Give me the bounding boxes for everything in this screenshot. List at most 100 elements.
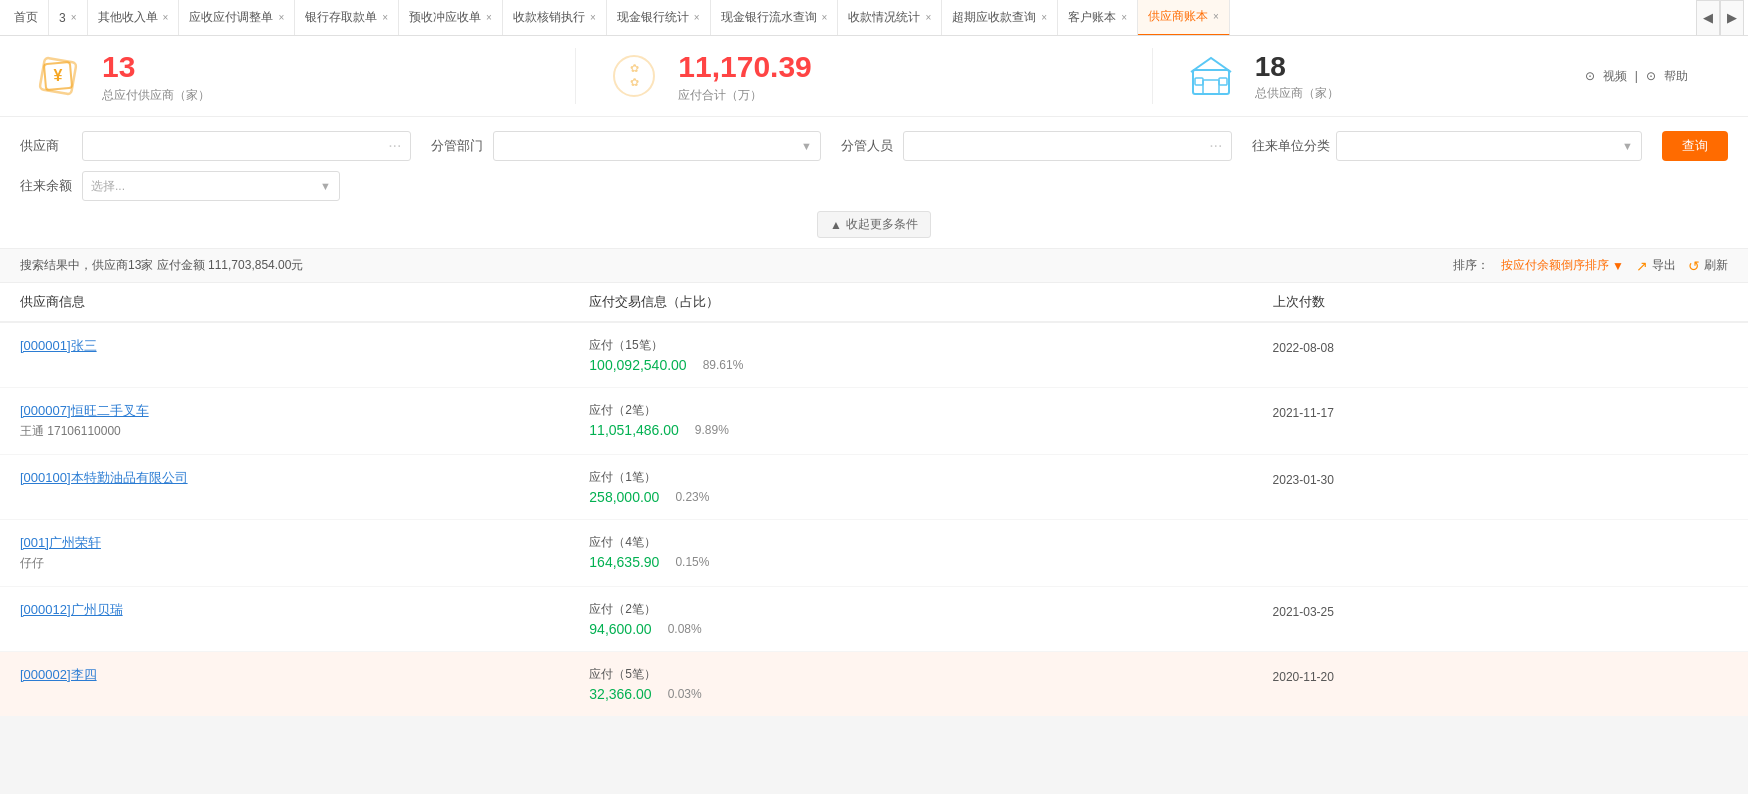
nav-tab-cash-bank-flow[interactable]: 现金银行流水查询× — [711, 0, 839, 36]
refresh-label: 刷新 — [1704, 257, 1728, 274]
filter-person: 分管人员 ··· — [841, 131, 1232, 161]
row-supplier-col: [000012]广州贝瑞 — [20, 601, 589, 619]
nav-tab-tab3[interactable]: 3× — [49, 0, 88, 36]
category-input-wrap[interactable]: ▼ — [1336, 131, 1643, 161]
sort-select[interactable]: 按应付余额倒序排序 ▼ — [1501, 257, 1624, 274]
balance-placeholder: 选择... — [91, 178, 320, 195]
top-right-links: ⊙ 视频 | ⊙ 帮助 — [1585, 68, 1698, 85]
category-arrow-icon[interactable]: ▼ — [1622, 140, 1633, 152]
balance-input-wrap[interactable]: 选择... ▼ — [82, 171, 340, 201]
export-icon: ↗ — [1636, 258, 1648, 274]
top-nav: 首页3×其他收入单×应收应付调整单×银行存取款单×预收冲应收单×收款核销执行×现… — [0, 0, 1748, 36]
supplier-name-link[interactable]: [000007]恒旺二手叉车 — [20, 402, 589, 420]
nav-tab-customer-book[interactable]: 客户账本× — [1058, 0, 1138, 36]
row-last-pay-col — [1273, 534, 1728, 538]
table-row: [000001]张三应付（15笔）100,092,540.0089.61%202… — [0, 323, 1748, 388]
nav-tab-cash-bank-stat[interactable]: 现金银行统计× — [607, 0, 711, 36]
tx-label: 应付（15笔） — [589, 337, 1272, 354]
summary-text-suppliers: 13 总应付供应商（家） — [102, 49, 210, 104]
close-tab-icon[interactable]: × — [163, 12, 169, 23]
table-row: [000100]本特勤油品有限公司应付（1笔）258,000.000.23%20… — [0, 455, 1748, 520]
balance-arrow-icon[interactable]: ▼ — [320, 180, 331, 192]
row-supplier-col: [000002]李四 — [20, 666, 589, 684]
supplier-input-wrap[interactable]: ··· — [82, 131, 411, 161]
tx-percent: 9.89% — [695, 423, 729, 437]
close-tab-icon[interactable]: × — [71, 12, 77, 23]
supplier-name-link[interactable]: [000001]张三 — [20, 337, 589, 355]
tx-percent: 89.61% — [703, 358, 744, 372]
collapse-icon: ▲ — [830, 218, 842, 232]
query-button[interactable]: 查询 — [1662, 131, 1728, 161]
refresh-icon: ↺ — [1688, 258, 1700, 274]
tx-amount[interactable]: 100,092,540.00 — [589, 357, 686, 373]
nav-tab-home[interactable]: 首页 — [4, 0, 49, 36]
close-tab-icon[interactable]: × — [822, 12, 828, 23]
close-tab-icon[interactable]: × — [382, 12, 388, 23]
summary-item-amount: ✿ ✿ 11,170.39 应付合计（万） — [576, 48, 1152, 104]
nav-tab-payment-stat[interactable]: 收款情况统计× — [838, 0, 942, 36]
supplier-name-link[interactable]: [000002]李四 — [20, 666, 589, 684]
supplier-contact: 仔仔 — [20, 555, 589, 572]
supplier-name-link[interactable]: [000100]本特勤油品有限公司 — [20, 469, 589, 487]
dept-input-wrap[interactable]: ▼ — [493, 131, 822, 161]
close-tab-icon[interactable]: × — [925, 12, 931, 23]
collapse-button[interactable]: ▲ 收起更多条件 — [817, 211, 931, 238]
close-tab-icon[interactable]: × — [1213, 11, 1219, 22]
store-icon — [1183, 48, 1239, 104]
close-tab-icon[interactable]: × — [486, 12, 492, 23]
close-tab-icon[interactable]: × — [1041, 12, 1047, 23]
row-last-pay-col: 2021-03-25 — [1273, 601, 1728, 619]
supplier-name-link[interactable]: [000012]广州贝瑞 — [20, 601, 589, 619]
sort-label: 排序： — [1453, 257, 1489, 274]
nav-tab-payment-verify[interactable]: 收款核销执行× — [503, 0, 607, 36]
close-tab-icon[interactable]: × — [1121, 12, 1127, 23]
nav-arrow-right[interactable]: ▶ — [1720, 0, 1744, 36]
tx-amount[interactable]: 94,600.00 — [589, 621, 651, 637]
tx-amount[interactable]: 164,635.90 — [589, 554, 659, 570]
table-header: 供应商信息 应付交易信息（占比） 上次付数 — [0, 283, 1748, 323]
nav-tab-supplier-book[interactable]: 供应商账本× — [1138, 0, 1230, 36]
tx-amount[interactable]: 258,000.00 — [589, 489, 659, 505]
nav-tab-bank-deposit[interactable]: 银行存取款单× — [295, 0, 399, 36]
supplier-dots-icon[interactable]: ··· — [388, 137, 401, 155]
tx-amount[interactable]: 11,051,486.00 — [589, 422, 679, 438]
col-header-last-pay: 上次付数 — [1273, 293, 1728, 311]
nav-tab-other-income[interactable]: 其他收入单× — [88, 0, 180, 36]
close-tab-icon[interactable]: × — [278, 12, 284, 23]
summary-text-total: 18 总供应商（家） — [1255, 50, 1339, 103]
tx-label: 应付（2笔） — [589, 402, 1272, 419]
close-tab-icon[interactable]: × — [590, 12, 596, 23]
separator: | — [1635, 69, 1638, 83]
refresh-button[interactable]: ↺ 刷新 — [1688, 257, 1728, 274]
video-link[interactable]: 视频 — [1603, 68, 1627, 85]
circle-icon: ⊙ — [1585, 69, 1595, 83]
results-bar: 搜索结果中，供应商13家 应付金额 111,703,854.00元 排序： 按应… — [0, 249, 1748, 283]
tx-label: 应付（1笔） — [589, 469, 1272, 486]
tx-label: 应付（4笔） — [589, 534, 1272, 551]
nav-tab-overdue-ar[interactable]: 超期应收款查询× — [942, 0, 1058, 36]
help-link[interactable]: 帮助 — [1664, 68, 1688, 85]
table-row: [000012]广州贝瑞应付（2笔）94,600.000.08%2021-03-… — [0, 587, 1748, 652]
sort-value: 按应付余额倒序排序 — [1501, 257, 1609, 274]
nav-arrow-left[interactable]: ◀ — [1696, 0, 1720, 36]
filter-balance: 往来余额 选择... ▼ — [20, 171, 340, 201]
dept-label: 分管部门 — [431, 137, 487, 155]
export-button[interactable]: ↗ 导出 — [1636, 257, 1676, 274]
svg-text:¥: ¥ — [54, 67, 63, 84]
tx-amount-row: 164,635.900.15% — [589, 554, 1272, 570]
nav-tab-ar-ap-adjust[interactable]: 应收应付调整单× — [179, 0, 295, 36]
supplier-name-link[interactable]: [001]广州荣轩 — [20, 534, 589, 552]
col-header-supplier: 供应商信息 — [20, 293, 589, 311]
collapse-row: ▲ 收起更多条件 — [20, 211, 1728, 238]
right-actions: 排序： 按应付余额倒序排序 ▼ ↗ 导出 ↺ 刷新 — [1453, 257, 1728, 274]
diamond-icon: ¥ — [30, 48, 86, 104]
close-tab-icon[interactable]: × — [694, 12, 700, 23]
dept-arrow-icon[interactable]: ▼ — [801, 140, 812, 152]
tx-percent: 0.03% — [668, 687, 702, 701]
person-input-wrap[interactable]: ··· — [903, 131, 1232, 161]
tx-amount[interactable]: 32,366.00 — [589, 686, 651, 702]
filter-area: 供应商 ··· 分管部门 ▼ 分管人员 ··· — [0, 117, 1748, 249]
nav-tab-prepay-ar[interactable]: 预收冲应收单× — [399, 0, 503, 36]
person-label: 分管人员 — [841, 137, 897, 155]
person-dots-icon[interactable]: ··· — [1209, 137, 1222, 155]
